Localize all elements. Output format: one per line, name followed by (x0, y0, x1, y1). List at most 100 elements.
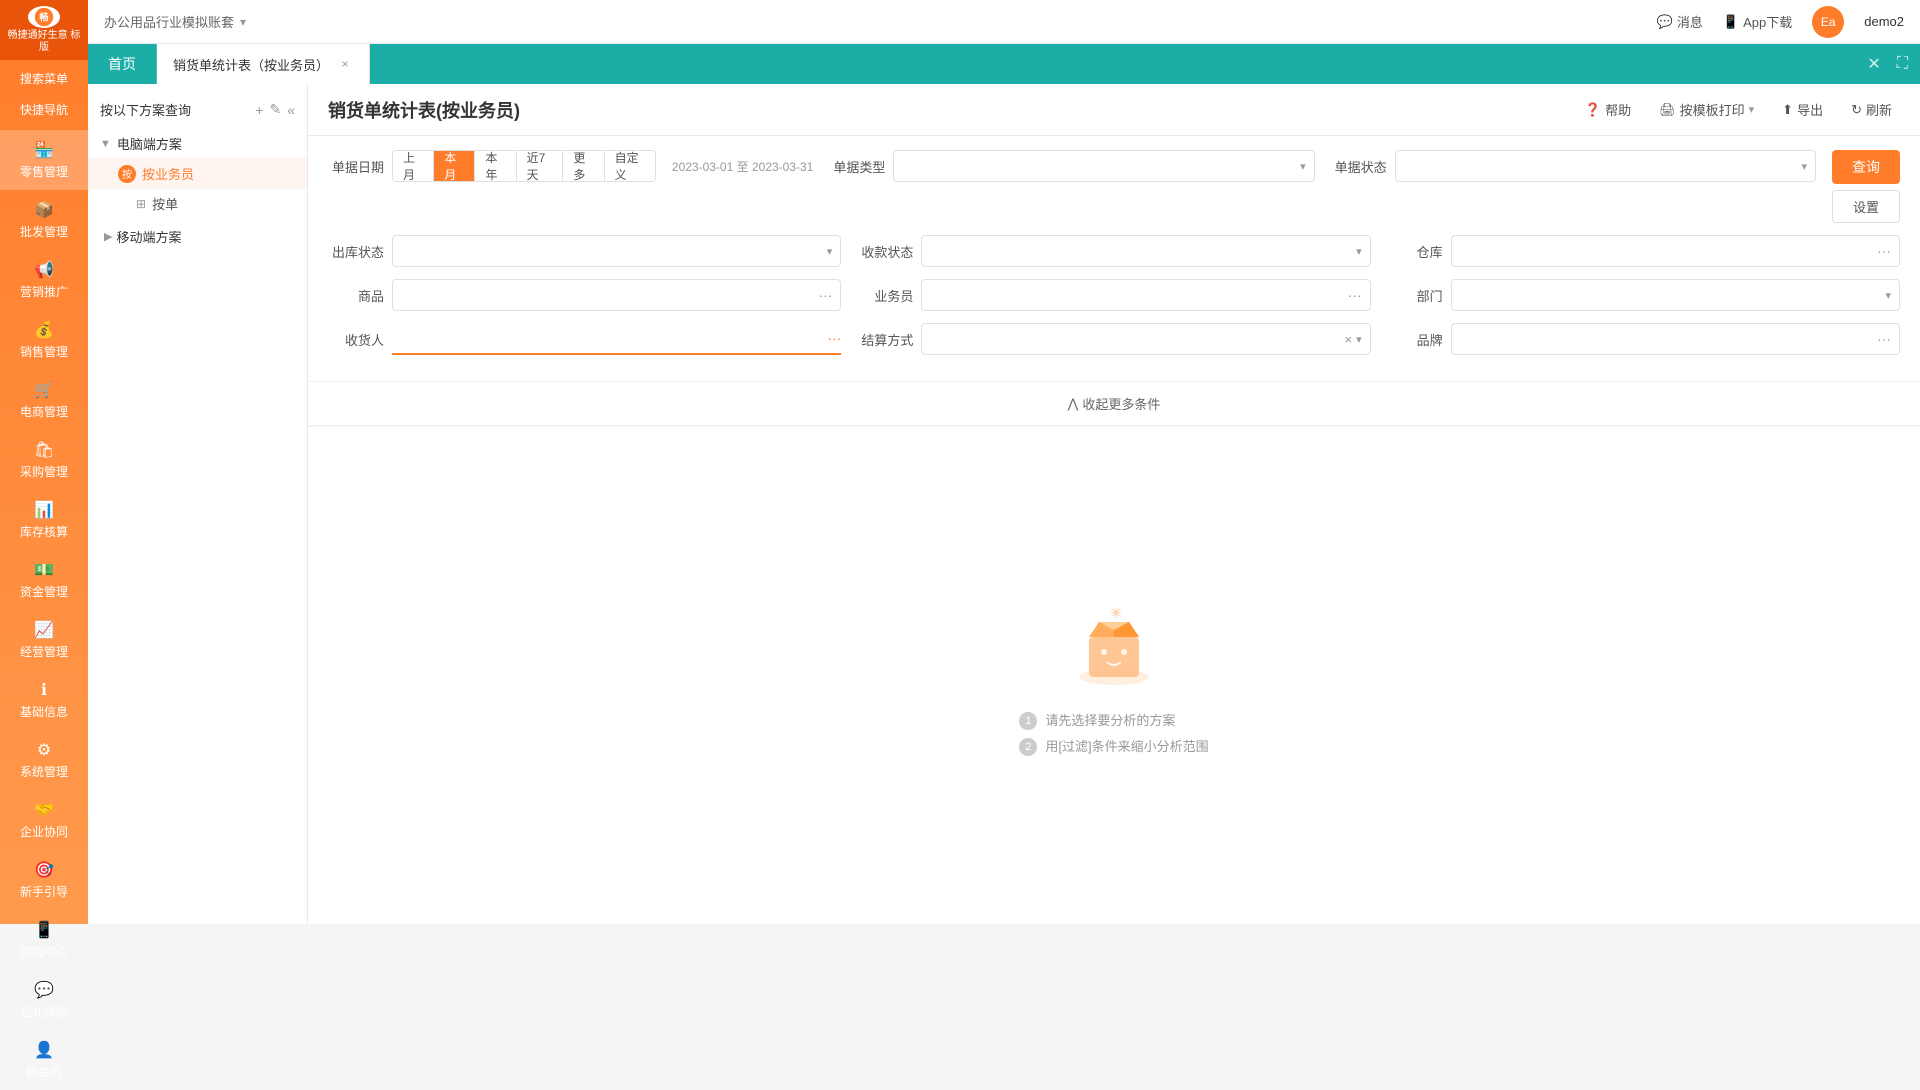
member-icon: 👤 (34, 1040, 54, 1060)
print-dropdown-icon: ▾ (1749, 103, 1755, 116)
step-2-text: 用[过滤]条件来缩小分析范围 (1045, 734, 1208, 760)
top-actions: 💬 消息 📱 App下载 Ea demo2 (1657, 6, 1904, 38)
doc-type-select[interactable]: ▾ (893, 150, 1314, 182)
left-panel-actions: + ✎ « (255, 101, 295, 118)
query-button[interactable]: 查询 (1832, 150, 1900, 184)
doc-status-dropdown-icon: ▾ (1801, 160, 1807, 173)
svg-text:畅: 畅 (39, 12, 48, 23)
sidebar-item-finance[interactable]: 💵 资金管理 (0, 550, 88, 610)
collapse-panel-btn[interactable]: « (287, 102, 295, 118)
tab-close-btn[interactable]: × (337, 56, 353, 72)
purchase-icon: 🛍 (34, 440, 54, 460)
goods-dots-icon: ··· (818, 287, 832, 303)
payment-status-label: 收款状态 (857, 242, 913, 261)
salesman-scheme-icon: 按 (118, 165, 136, 183)
date-this-year-btn[interactable]: 本年 (475, 151, 516, 181)
setting-button[interactable]: 设置 (1832, 190, 1900, 223)
breadcrumb: 办公用品行业模拟账套 ▾ (104, 12, 1645, 31)
print-btn[interactable]: 🖨 按模板打印 ▾ (1651, 96, 1762, 123)
enterprise-icon: 🤝 (34, 800, 54, 820)
tree-item-by-order[interactable]: ⊞ 按单 (88, 189, 307, 218)
salesman-input[interactable]: ··· (921, 279, 1370, 311)
doc-status-select[interactable]: ▾ (1395, 150, 1816, 182)
brand-input[interactable]: ··· (1451, 323, 1900, 355)
sidebar-shortcut[interactable]: 快捷导航 (0, 93, 88, 126)
avatar[interactable]: Ea (1812, 6, 1844, 38)
settlement-clear-btn[interactable]: × (1345, 332, 1353, 347)
add-scheme-btn[interactable]: + (255, 102, 263, 118)
date-custom-btn[interactable]: 自定义 (605, 151, 655, 181)
breadcrumb-dropdown-icon[interactable]: ▾ (240, 15, 246, 29)
sidebar-item-retail[interactable]: 🏪 零售管理 (0, 130, 88, 190)
receiver-label: 收货人 (328, 330, 384, 349)
doc-status-label: 单据状态 (1331, 157, 1387, 176)
sidebar-item-basic-info[interactable]: ℹ 基础信息 (0, 670, 88, 730)
goods-input[interactable]: ··· (392, 279, 841, 311)
ecommerce-icon: 🛒 (34, 380, 54, 400)
doc-type-label: 单据类型 (829, 157, 885, 176)
brand-label: 品牌 (1387, 330, 1443, 349)
username[interactable]: demo2 (1864, 14, 1904, 29)
sidebar-item-purchase[interactable]: 🛍 采购管理 (0, 430, 88, 490)
warehouse-dots-icon: ··· (1877, 243, 1891, 259)
date-7days-btn[interactable]: 近7天 (517, 151, 564, 181)
sidebar-item-enterprise[interactable]: 🤝 企业协同 (0, 790, 88, 850)
tab-home[interactable]: 首页 (88, 44, 157, 84)
sidebar-item-marketing[interactable]: 📢 营销推广 (0, 250, 88, 310)
logo-text: 畅捷通好生意 标版 (4, 30, 84, 54)
wholesale-icon: 📦 (34, 200, 54, 220)
department-select[interactable]: ▾ (1451, 279, 1900, 311)
tab-bar: 首页 销货单统计表（按业务员） × ✕ ⛶ (88, 44, 1920, 84)
sidebar-item-guide[interactable]: 🎯 新手引导 (0, 850, 88, 910)
page-header-actions: ❓ 帮助 🖨 按模板打印 ▾ ⬆ 导出 ↻ (1577, 96, 1900, 123)
sidebar-item-sales[interactable]: 💰 销售管理 (0, 310, 88, 370)
export-icon: ⬆ (1782, 102, 1793, 118)
tree-group-desktop: ▼ 电脑端方案 按 按业务员 ⊞ 按单 (88, 129, 307, 218)
out-status-select[interactable]: ▾ (392, 235, 841, 267)
sidebar-item-member[interactable]: 👤 畅会员 (0, 1030, 88, 1090)
finance-icon: 💵 (34, 560, 54, 580)
sidebar-item-ecommerce[interactable]: 🛒 电商管理 (0, 370, 88, 430)
date-last-month-btn[interactable]: 上月 (393, 151, 434, 181)
tree-group-mobile-label[interactable]: ▶ 移动端方案 (88, 222, 307, 251)
tree-item-by-salesman[interactable]: 按 按业务员 (88, 158, 307, 189)
empty-step-2: 2 用[过滤]条件来缩小分析范围 (1019, 734, 1208, 760)
receiver-input[interactable]: ··· (392, 323, 841, 355)
print-icon: 🖨 (1659, 102, 1676, 118)
collapse-bar: ⋀ 收起更多条件 (308, 381, 1920, 425)
date-more-btn[interactable]: 更多 (563, 151, 604, 181)
help-btn[interactable]: ❓ 帮助 (1577, 96, 1639, 123)
sidebar-item-wechat[interactable]: 💬 企业微信 (0, 970, 88, 1030)
settlement-select[interactable]: × ▾ (921, 323, 1370, 355)
tab-close-all-btn[interactable]: ✕ (1863, 50, 1884, 78)
app-download-btn[interactable]: 📱 App下载 (1723, 12, 1792, 31)
date-this-month-btn[interactable]: 本月 (434, 151, 475, 181)
left-panel-title: 按以下方案查询 (100, 100, 191, 119)
top-header: 办公用品行业模拟账套 ▾ 💬 消息 📱 App下载 Ea demo2 (88, 0, 1920, 44)
sidebar-item-operations[interactable]: 📈 经营管理 (0, 610, 88, 670)
step-2-num: 2 (1019, 738, 1037, 756)
date-range-text: 2023-03-01 至 2023-03-31 (672, 158, 813, 175)
refresh-btn[interactable]: ↻ 刷新 (1843, 96, 1900, 123)
tab-maximize-btn[interactable]: ⛶ (1893, 51, 1912, 77)
sidebar-item-wholesale[interactable]: 📦 批发管理 (0, 190, 88, 250)
messages-btn[interactable]: 💬 消息 (1657, 12, 1703, 31)
payment-status-select[interactable]: ▾ (921, 235, 1370, 267)
empty-state-content: 1 请先选择要分析的方案 2 用[过滤]条件来缩小分析范围 (1019, 592, 1208, 760)
sidebar-item-app-center[interactable]: 📱 应用中心 (0, 910, 88, 970)
edit-scheme-btn[interactable]: ✎ (269, 101, 281, 118)
app-center-icon: 📱 (34, 920, 54, 940)
sidebar-search[interactable]: 搜索菜单 (0, 60, 88, 93)
tree-group-desktop-label[interactable]: ▼ 电脑端方案 (88, 129, 307, 158)
tab-active[interactable]: 销货单统计表（按业务员） × (157, 44, 370, 84)
goods-label: 商品 (328, 286, 384, 305)
page-header: 销货单统计表(按业务员) ❓ 帮助 🖨 按模板打印 ▾ ⬆ (308, 84, 1920, 136)
sales-icon: 💰 (34, 320, 54, 340)
sidebar-item-inventory[interactable]: 📊 库存核算 (0, 490, 88, 550)
main-area: 办公用品行业模拟账套 ▾ 💬 消息 📱 App下载 Ea demo2 首页 销货… (88, 0, 1920, 924)
collapse-more-btn[interactable]: ⋀ 收起更多条件 (1056, 390, 1173, 417)
left-panel-header: 按以下方案查询 + ✎ « (88, 94, 307, 125)
warehouse-input[interactable]: ··· (1451, 235, 1900, 267)
export-btn[interactable]: ⬆ 导出 (1774, 96, 1831, 123)
sidebar-item-system[interactable]: ⚙ 系统管理 (0, 730, 88, 790)
